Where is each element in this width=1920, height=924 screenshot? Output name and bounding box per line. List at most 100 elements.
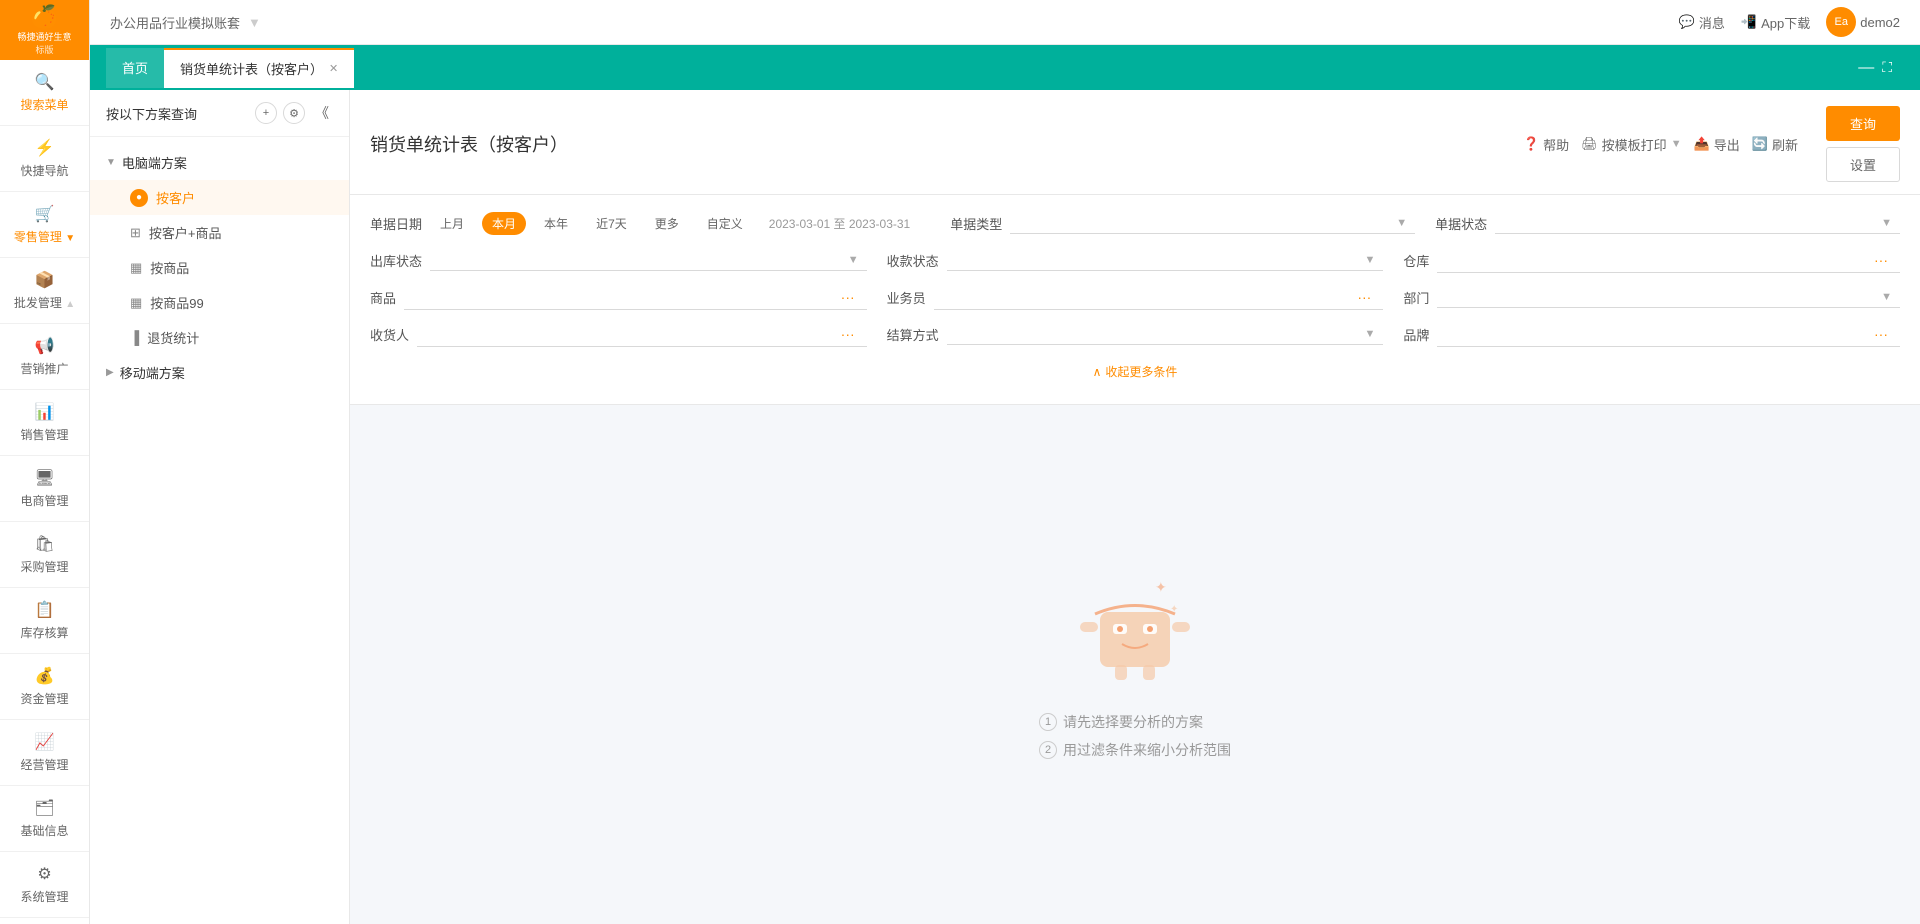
department-dropdown-icon: ▼ xyxy=(1881,291,1892,303)
svg-text:✦: ✦ xyxy=(1170,604,1178,615)
doc-type-dropdown[interactable]: ▼ xyxy=(1010,213,1415,234)
export-button[interactable]: 📤 导出 xyxy=(1694,135,1740,154)
payment-dropdown[interactable]: ▼ xyxy=(947,324,1384,345)
goods-dropdown[interactable]: ··· xyxy=(404,285,867,310)
filter-area: 单据日期 上月 本月 本年 近7天 更多 自定义 2023-03-01 至 20… xyxy=(350,195,1920,405)
doc-status-dropdown[interactable]: ▼ xyxy=(1495,213,1900,234)
user-name: demo2 xyxy=(1860,15,1900,30)
scheme-settings-button[interactable]: ⚙ xyxy=(283,102,305,124)
tree-group-mobile: ▶ 移动端方案 xyxy=(90,355,349,390)
app-download-button[interactable]: 📲 App下载 xyxy=(1741,13,1810,32)
doc-type-dropdown-icon: ▼ xyxy=(1396,217,1407,229)
print-icon: 🖨 xyxy=(1581,136,1598,152)
salesperson-dropdown[interactable]: ··· xyxy=(934,285,1384,310)
sidebar-item-enterprise[interactable]: 🤝 企业协同 xyxy=(0,918,90,924)
filter-salesperson-group: 业务员 ··· xyxy=(887,285,1384,310)
empty-state: ✦ ✦ 1 请先选择要分析的方案 2 用过滤条件来缩小分析范围 xyxy=(350,405,1920,924)
user-profile[interactable]: Ea demo2 xyxy=(1826,7,1900,37)
sidebar-item-quick-nav[interactable]: ⚡ 快捷导航 xyxy=(0,126,90,192)
warehouse-dots[interactable]: ··· xyxy=(1870,252,1892,268)
date-tab-custom[interactable]: 自定义 xyxy=(697,211,753,236)
sidebar-item-retail[interactable]: 🛒 零售管理 ▼ xyxy=(0,192,90,258)
goods-dots[interactable]: ··· xyxy=(837,289,859,305)
filter-row-4: 收货人 ··· 结算方式 ▼ 品牌 xyxy=(370,322,1900,347)
sidebar-item-base[interactable]: 🗂 基础信息 xyxy=(0,786,90,852)
tab-close-icon[interactable]: ✕ xyxy=(329,62,338,75)
filter-doc-status-group: 单据状态 ▼ xyxy=(1435,213,1900,234)
payment-dropdown-icon: ▼ xyxy=(1364,328,1375,340)
filter-row-1: 单据日期 上月 本月 本年 近7天 更多 自定义 2023-03-01 至 20… xyxy=(370,211,1900,236)
receiver-dropdown[interactable]: ··· xyxy=(417,322,867,347)
salesperson-label: 业务员 xyxy=(887,288,926,307)
scheme-item-by-customer-label: 按客户 xyxy=(156,188,195,207)
receiver-label: 收货人 xyxy=(370,325,409,344)
print-dropdown-icon: ▼ xyxy=(1671,138,1682,150)
filter-warehouse-group: 仓库 ··· xyxy=(1403,248,1900,273)
help-label: 帮助 xyxy=(1543,135,1569,154)
scheme-item-by-customer[interactable]: ● 按客户 xyxy=(90,180,349,215)
tab-sales-stat[interactable]: 销货单统计表（按客户） ✕ xyxy=(164,48,354,88)
tree-expand-arrow: ▼ xyxy=(106,157,116,168)
message-button[interactable]: 💬 消息 xyxy=(1679,13,1725,32)
sidebar-item-purchase[interactable]: 🛍 采购管理 xyxy=(0,522,90,588)
sidebar-item-sales[interactable]: 📊 销售管理 xyxy=(0,390,90,456)
sidebar-item-operations[interactable]: 📈 经营管理 xyxy=(0,720,90,786)
tab-bar: 首页 销货单统计表（按客户） ✕ — ⛶ xyxy=(90,45,1920,90)
sidebar-item-search-menu[interactable]: 🔍 搜索菜单 xyxy=(0,60,90,126)
date-tab-this-month[interactable]: 本月 xyxy=(482,212,526,235)
refresh-icon: 🔄 xyxy=(1752,136,1768,152)
sidebar-item-finance[interactable]: 💰 资金管理 xyxy=(0,654,90,720)
refresh-button[interactable]: 🔄 刷新 xyxy=(1752,135,1798,154)
empty-hint-2: 2 用过滤条件来缩小分析范围 xyxy=(1039,740,1231,760)
scheme-panel-header: 按以下方案查询 + ⚙ 《 xyxy=(90,90,349,137)
receipt-status-dropdown[interactable]: ▼ xyxy=(947,250,1384,271)
brand-dots[interactable]: ··· xyxy=(1870,326,1892,342)
warehouse-dropdown[interactable]: ··· xyxy=(1437,248,1900,273)
date-tab-more[interactable]: 更多 xyxy=(645,211,689,236)
sidebar-item-inventory[interactable]: 📋 库存核算 xyxy=(0,588,90,654)
header-right-area: 💬 消息 📲 App下载 Ea demo2 xyxy=(1679,7,1900,37)
receiver-dots[interactable]: ··· xyxy=(837,326,859,342)
filter-brand-group: 品牌 ··· xyxy=(1403,322,1900,347)
logo-icon: 🍊 xyxy=(31,4,58,30)
scheme-item-by-goods[interactable]: ▦ 按商品 xyxy=(90,250,349,285)
filter-receiver-group: 收货人 ··· xyxy=(370,322,867,347)
scheme-item-by-goods-label: 按商品 xyxy=(150,258,189,277)
tab-maximize-icon[interactable]: ⛶ xyxy=(1882,59,1892,77)
print-button[interactable]: 🖨 按模板打印 ▼ xyxy=(1581,135,1681,154)
date-tab-last-month[interactable]: 上月 xyxy=(430,211,474,236)
collapse-bar[interactable]: ∧ 收起更多条件 xyxy=(370,355,1900,388)
breadcrumb-text: 办公用品行业模拟账套 xyxy=(110,13,240,32)
settings-button[interactable]: 设置 xyxy=(1826,147,1900,182)
help-icon: ❓ xyxy=(1523,136,1539,152)
filter-payment-group: 结算方式 ▼ xyxy=(887,324,1384,345)
scheme-add-button[interactable]: + xyxy=(255,102,277,124)
help-button[interactable]: ❓ 帮助 xyxy=(1523,135,1569,154)
scheme-collapse-button[interactable]: 《 xyxy=(311,102,333,124)
sidebar-item-marketing[interactable]: 📢 营销推广 xyxy=(0,324,90,390)
sidebar-item-wholesale[interactable]: 📦 批发管理 ▲ xyxy=(0,258,90,324)
tree-group-desktop-header[interactable]: ▼ 电脑端方案 xyxy=(90,145,349,180)
date-tab-last-7[interactable]: 近7天 xyxy=(586,211,637,236)
scheme-panel-title: 按以下方案查询 xyxy=(106,104,197,123)
header-breadcrumb-area: 办公用品行业模拟账套 ▼ xyxy=(110,13,261,32)
message-label: 消息 xyxy=(1699,13,1725,32)
scheme-item-return-stats[interactable]: ▐ 退货统计 xyxy=(90,320,349,355)
date-tab-this-year[interactable]: 本年 xyxy=(534,211,578,236)
tab-home[interactable]: 首页 xyxy=(106,48,164,88)
sidebar-item-ecommerce[interactable]: 🖥 电商管理 xyxy=(0,456,90,522)
tab-minimize-icon[interactable]: — xyxy=(1858,59,1874,77)
out-status-dropdown[interactable]: ▼ xyxy=(430,250,867,271)
department-dropdown[interactable]: ▼ xyxy=(1437,287,1900,308)
sidebar-item-system[interactable]: ⚙ 系统管理 xyxy=(0,852,90,918)
wholesale-icon: 📦 xyxy=(8,270,82,290)
scheme-item-by-customer-goods[interactable]: ⊞ 按客户+商品 xyxy=(90,215,349,250)
tab-home-label: 首页 xyxy=(122,58,148,77)
scheme-item-by-goods-99[interactable]: ▦ 按商品99 xyxy=(90,285,349,320)
scheme-panel: 按以下方案查询 + ⚙ 《 ▼ 电脑端方案 ● 按客户 xyxy=(90,90,350,924)
tree-group-mobile-header[interactable]: ▶ 移动端方案 xyxy=(90,355,349,390)
operations-icon: 📈 xyxy=(8,732,82,752)
salesperson-dots[interactable]: ··· xyxy=(1353,289,1375,305)
brand-dropdown[interactable]: ··· xyxy=(1437,322,1900,347)
query-button[interactable]: 查询 xyxy=(1826,106,1900,141)
